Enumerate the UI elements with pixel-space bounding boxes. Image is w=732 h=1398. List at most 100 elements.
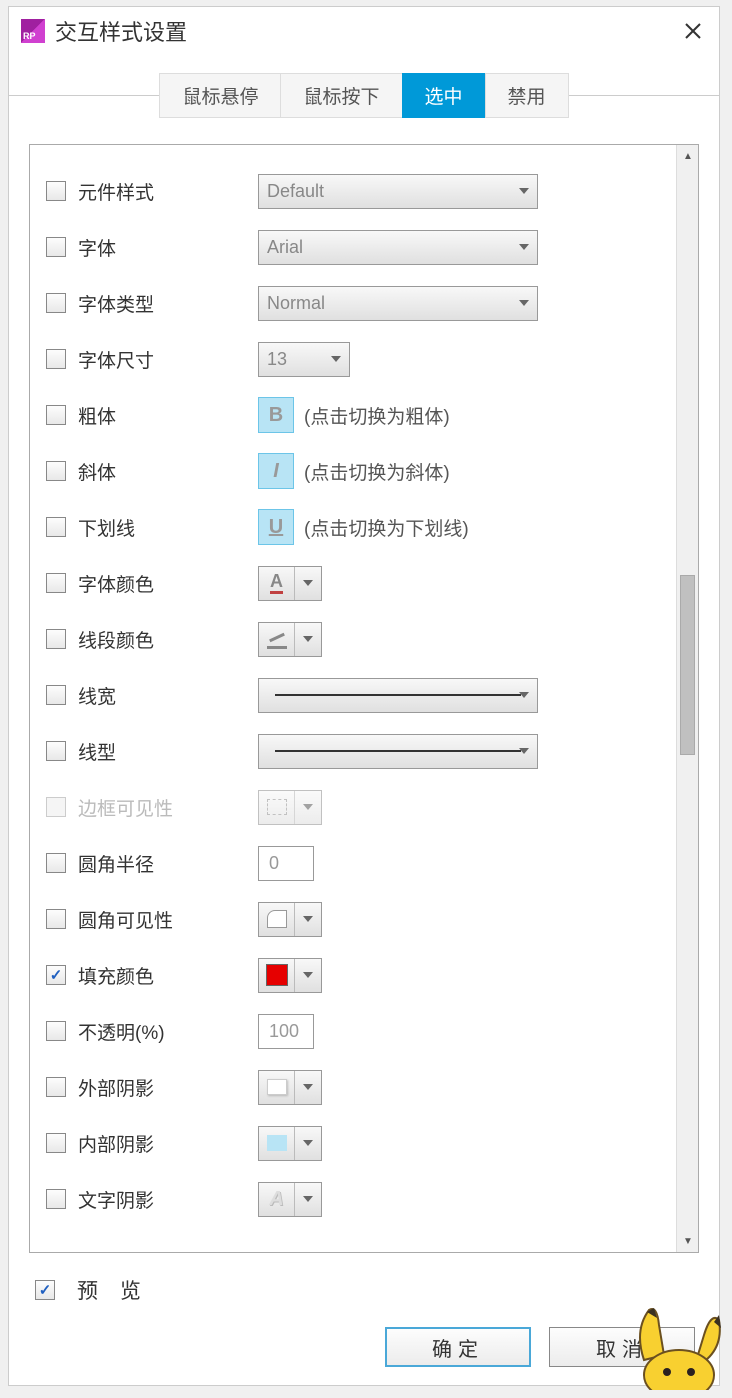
checkbox-line-style[interactable] [46,741,66,761]
label-line-style: 线型 [78,738,258,765]
row-border-visibility: 边框可见性 [46,779,668,835]
scrollbar-thumb[interactable] [680,575,695,755]
inner-shadow-icon [259,1127,295,1160]
toggle-italic[interactable]: I [258,453,294,489]
chevron-down-icon [295,623,321,656]
label-opacity: 不透明(%) [78,1018,258,1045]
checkbox-widget-style[interactable] [46,181,66,201]
checkbox-corner-radius[interactable] [46,853,66,873]
chevron-down-icon [295,1183,321,1216]
checkbox-font-type[interactable] [46,293,66,313]
font-color-icon: A [259,567,295,600]
tab-mouse-hover[interactable]: 鼠标悬停 [159,73,281,118]
row-fill-color: 填充颜色 [46,947,668,1003]
checkbox-font-color[interactable] [46,573,66,593]
scrollbar-up-arrow-icon[interactable]: ▲ [677,145,699,167]
checkbox-inner-shadow[interactable] [46,1133,66,1153]
dropdown-line-width[interactable] [258,678,538,713]
content-area: 元件样式 Default 字体 Arial 字体类型 Normal [29,144,699,1253]
dropdown-line-color[interactable] [258,622,322,657]
checkbox-fill-color[interactable] [46,965,66,985]
dropdown-font-type-value: Normal [267,293,325,314]
label-text-shadow: 文字阴影 [78,1186,258,1213]
dropdown-corner-visibility[interactable] [258,902,322,937]
chevron-down-icon [295,791,321,824]
italic-icon: I [273,460,279,483]
checkbox-border-visibility [46,797,66,817]
app-icon-text: RP [23,32,36,41]
dropdown-font-value: Arial [267,237,303,258]
tab-selected[interactable]: 选中 [402,73,486,118]
checkbox-underline[interactable] [46,517,66,537]
scrollbar-down-arrow-icon[interactable]: ▼ [677,1230,699,1252]
row-font-size: 字体尺寸 13 [46,331,668,387]
label-font: 字体 [78,234,258,261]
tab-disabled[interactable]: 禁用 [485,73,569,118]
dropdown-text-shadow[interactable]: A [258,1182,322,1217]
checkbox-outer-shadow[interactable] [46,1077,66,1097]
footer-preview-row: 预 览 [9,1261,719,1319]
label-preview: 预 览 [77,1275,149,1305]
row-font-type: 字体类型 Normal [46,275,668,331]
tabs: 鼠标悬停 鼠标按下 选中 禁用 [159,73,568,118]
dropdown-widget-style[interactable]: Default [258,174,538,209]
toggle-underline[interactable]: U [258,509,294,545]
dropdown-fill-color[interactable] [258,958,322,993]
label-border-visibility: 边框可见性 [78,794,258,821]
dropdown-font[interactable]: Arial [258,230,538,265]
ok-button[interactable]: 确定 [385,1327,531,1367]
hint-bold: (点击切换为粗体) [304,402,450,429]
row-font: 字体 Arial [46,219,668,275]
chevron-down-icon [295,567,321,600]
scrollbar[interactable]: ▲ ▼ [676,145,698,1252]
chevron-down-icon [519,188,529,194]
dropdown-border-visibility [258,790,322,825]
chevron-down-icon [295,903,321,936]
checkbox-font-size[interactable] [46,349,66,369]
input-corner-radius[interactable] [258,846,314,881]
dropdown-line-style[interactable] [258,734,538,769]
app-icon: RP [21,19,45,43]
row-widget-style: 元件样式 Default [46,163,668,219]
checkbox-preview[interactable] [35,1280,55,1300]
checkbox-text-shadow[interactable] [46,1189,66,1209]
checkbox-line-width[interactable] [46,685,66,705]
dropdown-font-type[interactable]: Normal [258,286,538,321]
tab-mouse-down[interactable]: 鼠标按下 [280,73,402,118]
close-button[interactable] [679,17,707,45]
checkbox-italic[interactable] [46,461,66,481]
chevron-down-icon [295,1127,321,1160]
chevron-down-icon [519,692,529,698]
buttons-row: 确定 取消 [9,1319,719,1385]
label-italic: 斜体 [78,458,258,485]
dropdown-font-color[interactable]: A [258,566,322,601]
chevron-down-icon [519,300,529,306]
row-opacity: 不透明(%) [46,1003,668,1059]
checkbox-line-color[interactable] [46,629,66,649]
row-line-style: 线型 [46,723,668,779]
checkbox-opacity[interactable] [46,1021,66,1041]
input-opacity[interactable] [258,1014,314,1049]
checkbox-font[interactable] [46,237,66,257]
hint-underline: (点击切换为下划线) [304,514,469,541]
checkbox-bold[interactable] [46,405,66,425]
label-font-type: 字体类型 [78,290,258,317]
label-corner-radius: 圆角半径 [78,850,258,877]
label-inner-shadow: 内部阴影 [78,1130,258,1157]
dropdown-font-size-value: 13 [267,349,287,370]
bold-icon: B [269,404,283,427]
dropdown-inner-shadow[interactable] [258,1126,322,1161]
label-bold: 粗体 [78,402,258,429]
cancel-button[interactable]: 取消 [549,1327,695,1367]
scroll-content: 元件样式 Default 字体 Arial 字体类型 Normal [30,145,676,1252]
close-icon [683,21,703,41]
row-line-color: 线段颜色 [46,611,668,667]
corner-icon [259,903,295,936]
checkbox-corner-visibility[interactable] [46,909,66,929]
toggle-bold[interactable]: B [258,397,294,433]
tab-line-left [9,95,159,96]
dropdown-outer-shadow[interactable] [258,1070,322,1105]
dropdown-font-size[interactable]: 13 [258,342,350,377]
preview-checkbox-group: 预 览 [35,1275,149,1305]
line-width-icon [275,694,521,696]
